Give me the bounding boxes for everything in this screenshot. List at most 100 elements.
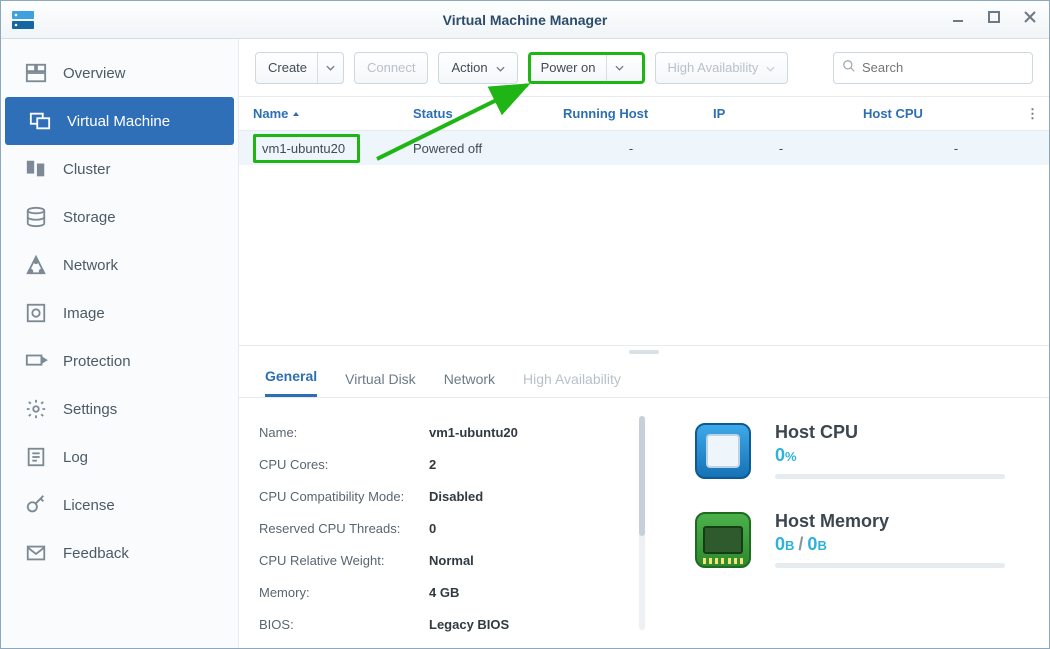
sidebar: Overview Virtual Machine Cluster Storage…	[1, 39, 239, 648]
sidebar-item-label: Network	[63, 257, 118, 274]
table-header: Name Status Running Host IP Host CPU ⋮	[239, 97, 1049, 131]
vm-host-cell: -	[549, 141, 699, 156]
chevron-down-icon	[766, 60, 775, 75]
create-button[interactable]: Create	[255, 52, 344, 84]
sidebar-item-label: Virtual Machine	[67, 113, 170, 130]
sidebar-item-storage[interactable]: Storage	[1, 193, 238, 241]
close-button[interactable]	[1019, 7, 1041, 27]
connect-label: Connect	[367, 60, 415, 75]
tab-network[interactable]: Network	[444, 371, 495, 397]
memory-badge-icon	[695, 512, 751, 568]
sidebar-item-cluster[interactable]: Cluster	[1, 145, 238, 193]
prop-key: Memory:	[259, 585, 429, 600]
titlebar: Virtual Machine Manager	[1, 1, 1049, 39]
image-icon	[23, 301, 49, 325]
sidebar-item-settings[interactable]: Settings	[1, 385, 238, 433]
prop-key: Reserved CPU Threads:	[259, 521, 429, 536]
gear-icon	[23, 397, 49, 421]
stat-mem-total: 0	[807, 534, 817, 554]
overview-icon	[23, 61, 49, 85]
chevron-down-icon[interactable]	[606, 55, 632, 81]
chevron-down-icon[interactable]	[317, 53, 343, 83]
network-icon	[23, 253, 49, 277]
stat-mem-bar	[775, 563, 1005, 568]
prop-value: Normal	[429, 553, 474, 568]
vm-icon	[27, 109, 53, 133]
prop-key: Name:	[259, 425, 429, 440]
power-on-button[interactable]: Power on	[528, 52, 645, 84]
properties-panel: Name:vm1-ubuntu20 CPU Cores:2 CPU Compat…	[259, 416, 619, 630]
prop-value: 4 GB	[429, 585, 459, 600]
col-running-host[interactable]: Running Host	[549, 106, 699, 121]
prop-key: CPU Compatibility Mode:	[259, 489, 429, 504]
prop-value: Disabled	[429, 489, 483, 504]
stat-mem-label: Host Memory	[775, 511, 1005, 532]
prop-value: 0	[429, 521, 436, 536]
sidebar-item-protection[interactable]: Protection	[1, 337, 238, 385]
sidebar-item-network[interactable]: Network	[1, 241, 238, 289]
stat-cpu-value: 0	[775, 445, 785, 465]
sidebar-item-label: License	[63, 497, 115, 514]
sidebar-item-virtual-machine[interactable]: Virtual Machine	[5, 97, 234, 145]
app-icon	[11, 10, 35, 30]
sidebar-item-label: Settings	[63, 401, 117, 418]
stat-mem-total-unit: B	[817, 538, 826, 553]
sidebar-item-license[interactable]: License	[1, 481, 238, 529]
sidebar-item-label: Image	[63, 305, 105, 322]
col-host-cpu[interactable]: Host CPU	[849, 106, 1049, 121]
envelope-icon	[23, 541, 49, 565]
window-title: Virtual Machine Manager	[1, 12, 1049, 28]
vm-cpu-cell: -	[849, 141, 1049, 156]
chevron-down-icon	[496, 60, 505, 75]
sidebar-item-feedback[interactable]: Feedback	[1, 529, 238, 577]
col-name[interactable]: Name	[239, 106, 399, 121]
tab-general[interactable]: General	[265, 368, 317, 397]
toolbar: Create Connect Action Power on High Avai…	[239, 39, 1049, 97]
sidebar-item-label: Feedback	[63, 545, 129, 562]
search-icon	[842, 59, 856, 76]
cpu-badge-icon	[695, 423, 751, 479]
col-ip[interactable]: IP	[699, 106, 849, 121]
connect-button[interactable]: Connect	[354, 52, 428, 84]
stat-mem-used: 0	[775, 534, 785, 554]
search-box[interactable]	[833, 52, 1033, 84]
prop-value: Legacy BIOS	[429, 617, 509, 632]
sidebar-item-image[interactable]: Image	[1, 289, 238, 337]
prop-value: vm1-ubuntu20	[429, 425, 518, 440]
maximize-button[interactable]	[983, 7, 1005, 27]
search-input[interactable]	[862, 60, 1024, 75]
table-row[interactable]: vm1-ubuntu20 Powered off - - -	[239, 131, 1049, 165]
scrollbar-thumb[interactable]	[639, 416, 645, 536]
sidebar-item-label: Overview	[63, 65, 126, 82]
protection-icon	[23, 349, 49, 373]
stat-cpu-bar	[775, 474, 1005, 479]
prop-key: CPU Cores:	[259, 457, 429, 472]
sidebar-item-label: Cluster	[63, 161, 111, 178]
storage-icon	[23, 205, 49, 229]
high-availability-button[interactable]: High Availability	[655, 52, 789, 84]
ha-label: High Availability	[668, 60, 759, 75]
resize-handle[interactable]	[239, 346, 1049, 358]
sidebar-item-label: Log	[63, 449, 88, 466]
action-label: Action	[451, 60, 487, 75]
stat-cpu-label: Host CPU	[775, 422, 1005, 443]
stat-mem-used-unit: B	[785, 538, 794, 553]
log-icon	[23, 445, 49, 469]
column-options-icon[interactable]: ⋮	[1026, 106, 1039, 122]
sidebar-item-label: Storage	[63, 209, 116, 226]
scrollbar[interactable]	[639, 416, 645, 630]
sidebar-item-log[interactable]: Log	[1, 433, 238, 481]
prop-key: BIOS:	[259, 617, 429, 632]
tab-virtual-disk[interactable]: Virtual Disk	[345, 371, 416, 397]
create-label: Create	[268, 60, 307, 75]
minimize-button[interactable]	[947, 7, 969, 27]
action-button[interactable]: Action	[438, 52, 517, 84]
stat-cpu-unit: %	[785, 449, 797, 464]
prop-key: CPU Relative Weight:	[259, 553, 429, 568]
key-icon	[23, 493, 49, 517]
cluster-icon	[23, 157, 49, 181]
vm-status-cell: Powered off	[399, 141, 549, 156]
sidebar-item-overview[interactable]: Overview	[1, 49, 238, 97]
tab-high-availability[interactable]: High Availability	[523, 371, 621, 397]
col-status[interactable]: Status	[399, 106, 549, 121]
